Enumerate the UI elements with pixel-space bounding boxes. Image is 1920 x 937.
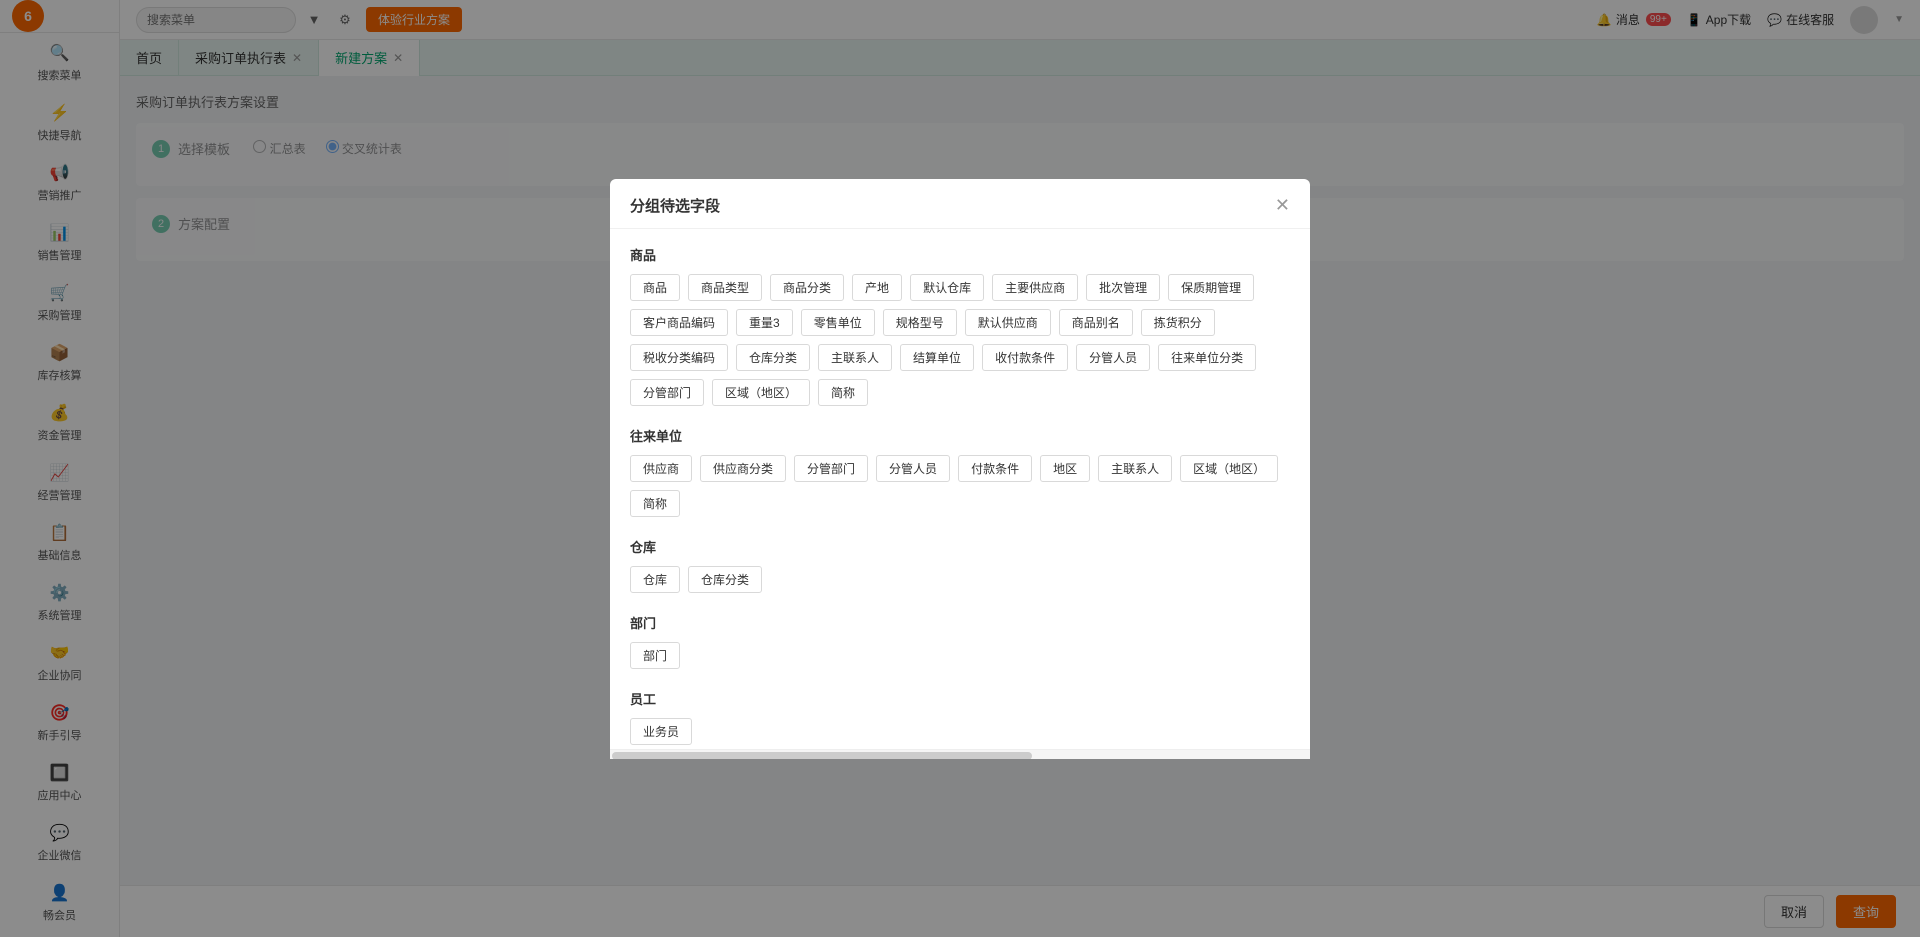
field-tag-partner-6[interactable]: 主联系人 bbox=[1098, 455, 1172, 482]
modal-header: 分组待选字段 ✕ bbox=[610, 179, 1310, 229]
field-tag-partner-4[interactable]: 付款条件 bbox=[958, 455, 1032, 482]
section-title-partner: 往来单位 bbox=[630, 426, 1290, 445]
field-tag-goods-0[interactable]: 商品 bbox=[630, 274, 680, 301]
field-tag-partner-1[interactable]: 供应商分类 bbox=[700, 455, 786, 482]
field-section-goods: 商品商品商品类型商品分类产地默认仓库主要供应商批次管理保质期管理客户商品编码重量… bbox=[630, 245, 1290, 406]
field-tag-partner-3[interactable]: 分管人员 bbox=[876, 455, 950, 482]
field-tag-goods-20[interactable]: 分管人员 bbox=[1076, 344, 1150, 371]
modal-hscroll-thumb bbox=[612, 752, 1032, 758]
field-tag-goods-14[interactable]: 拣货积分 bbox=[1141, 309, 1215, 336]
field-tag-partner-0[interactable]: 供应商 bbox=[630, 455, 692, 482]
field-tags-warehouse: 仓库仓库分类 bbox=[630, 566, 1290, 593]
field-tag-goods-21[interactable]: 往来单位分类 bbox=[1158, 344, 1256, 371]
field-tag-goods-5[interactable]: 主要供应商 bbox=[992, 274, 1078, 301]
field-tag-goods-15[interactable]: 税收分类编码 bbox=[630, 344, 728, 371]
field-tag-warehouse-0[interactable]: 仓库 bbox=[630, 566, 680, 593]
modal-title: 分组待选字段 bbox=[630, 195, 720, 216]
field-tag-goods-19[interactable]: 收付款条件 bbox=[982, 344, 1068, 371]
field-tag-goods-4[interactable]: 默认仓库 bbox=[910, 274, 984, 301]
field-tags-dept: 部门 bbox=[630, 642, 1290, 669]
field-tag-goods-7[interactable]: 保质期管理 bbox=[1168, 274, 1254, 301]
field-section-staff: 员工业务员 bbox=[630, 689, 1290, 745]
field-tags-goods: 商品商品类型商品分类产地默认仓库主要供应商批次管理保质期管理客户商品编码重量3 零… bbox=[630, 274, 1290, 406]
field-tag-goods-10[interactable]: 零售单位 bbox=[801, 309, 875, 336]
field-tag-staff-0[interactable]: 业务员 bbox=[630, 718, 692, 745]
section-title-staff: 员工 bbox=[630, 689, 1290, 708]
field-tag-goods-13[interactable]: 商品别名 bbox=[1059, 309, 1133, 336]
field-tags-partner: 供应商供应商分类分管部门分管人员付款条件地区主联系人区域（地区） 简称 bbox=[630, 455, 1290, 517]
modal-horizontal-scrollbar[interactable] bbox=[610, 749, 1310, 758]
modal-close-btn[interactable]: ✕ bbox=[1275, 196, 1290, 214]
field-section-dept: 部门部门 bbox=[630, 613, 1290, 669]
section-title-dept: 部门 bbox=[630, 613, 1290, 632]
field-tag-goods-17[interactable]: 主联系人 bbox=[818, 344, 892, 371]
field-tag-goods-22[interactable]: 分管部门 bbox=[630, 379, 704, 406]
field-tag-goods-24[interactable]: 简称 bbox=[818, 379, 868, 406]
field-tag-goods-2[interactable]: 商品分类 bbox=[770, 274, 844, 301]
field-tag-goods-1[interactable]: 商品类型 bbox=[688, 274, 762, 301]
field-tag-goods-11[interactable]: 规格型号 bbox=[883, 309, 957, 336]
section-title-goods: 商品 bbox=[630, 245, 1290, 264]
field-tag-dept-0[interactable]: 部门 bbox=[630, 642, 680, 669]
modal-body[interactable]: 商品商品商品类型商品分类产地默认仓库主要供应商批次管理保质期管理客户商品编码重量… bbox=[610, 229, 1310, 750]
section-title-warehouse: 仓库 bbox=[630, 537, 1290, 556]
field-section-warehouse: 仓库仓库仓库分类 bbox=[630, 537, 1290, 593]
field-tag-goods-23[interactable]: 区域（地区） bbox=[712, 379, 810, 406]
field-tag-goods-9[interactable]: 重量3 bbox=[736, 309, 793, 336]
field-tags-staff: 业务员 bbox=[630, 718, 1290, 745]
field-tag-warehouse-1[interactable]: 仓库分类 bbox=[688, 566, 762, 593]
field-tag-goods-8[interactable]: 客户商品编码 bbox=[630, 309, 728, 336]
field-tag-goods-6[interactable]: 批次管理 bbox=[1086, 274, 1160, 301]
field-tag-goods-3[interactable]: 产地 bbox=[852, 274, 902, 301]
modal: 分组待选字段 ✕ 商品商品商品类型商品分类产地默认仓库主要供应商批次管理保质期管… bbox=[610, 179, 1310, 759]
field-section-partner: 往来单位供应商供应商分类分管部门分管人员付款条件地区主联系人区域（地区） 简称 bbox=[630, 426, 1290, 517]
field-tag-partner-5[interactable]: 地区 bbox=[1040, 455, 1090, 482]
field-tag-goods-16[interactable]: 仓库分类 bbox=[736, 344, 810, 371]
field-tag-partner-8[interactable]: 简称 bbox=[630, 490, 680, 517]
field-tag-goods-12[interactable]: 默认供应商 bbox=[965, 309, 1051, 336]
field-tag-partner-2[interactable]: 分管部门 bbox=[794, 455, 868, 482]
field-tag-goods-18[interactable]: 结算单位 bbox=[900, 344, 974, 371]
modal-overlay: 分组待选字段 ✕ 商品商品商品类型商品分类产地默认仓库主要供应商批次管理保质期管… bbox=[0, 0, 1920, 937]
field-tag-partner-7[interactable]: 区域（地区） bbox=[1180, 455, 1278, 482]
